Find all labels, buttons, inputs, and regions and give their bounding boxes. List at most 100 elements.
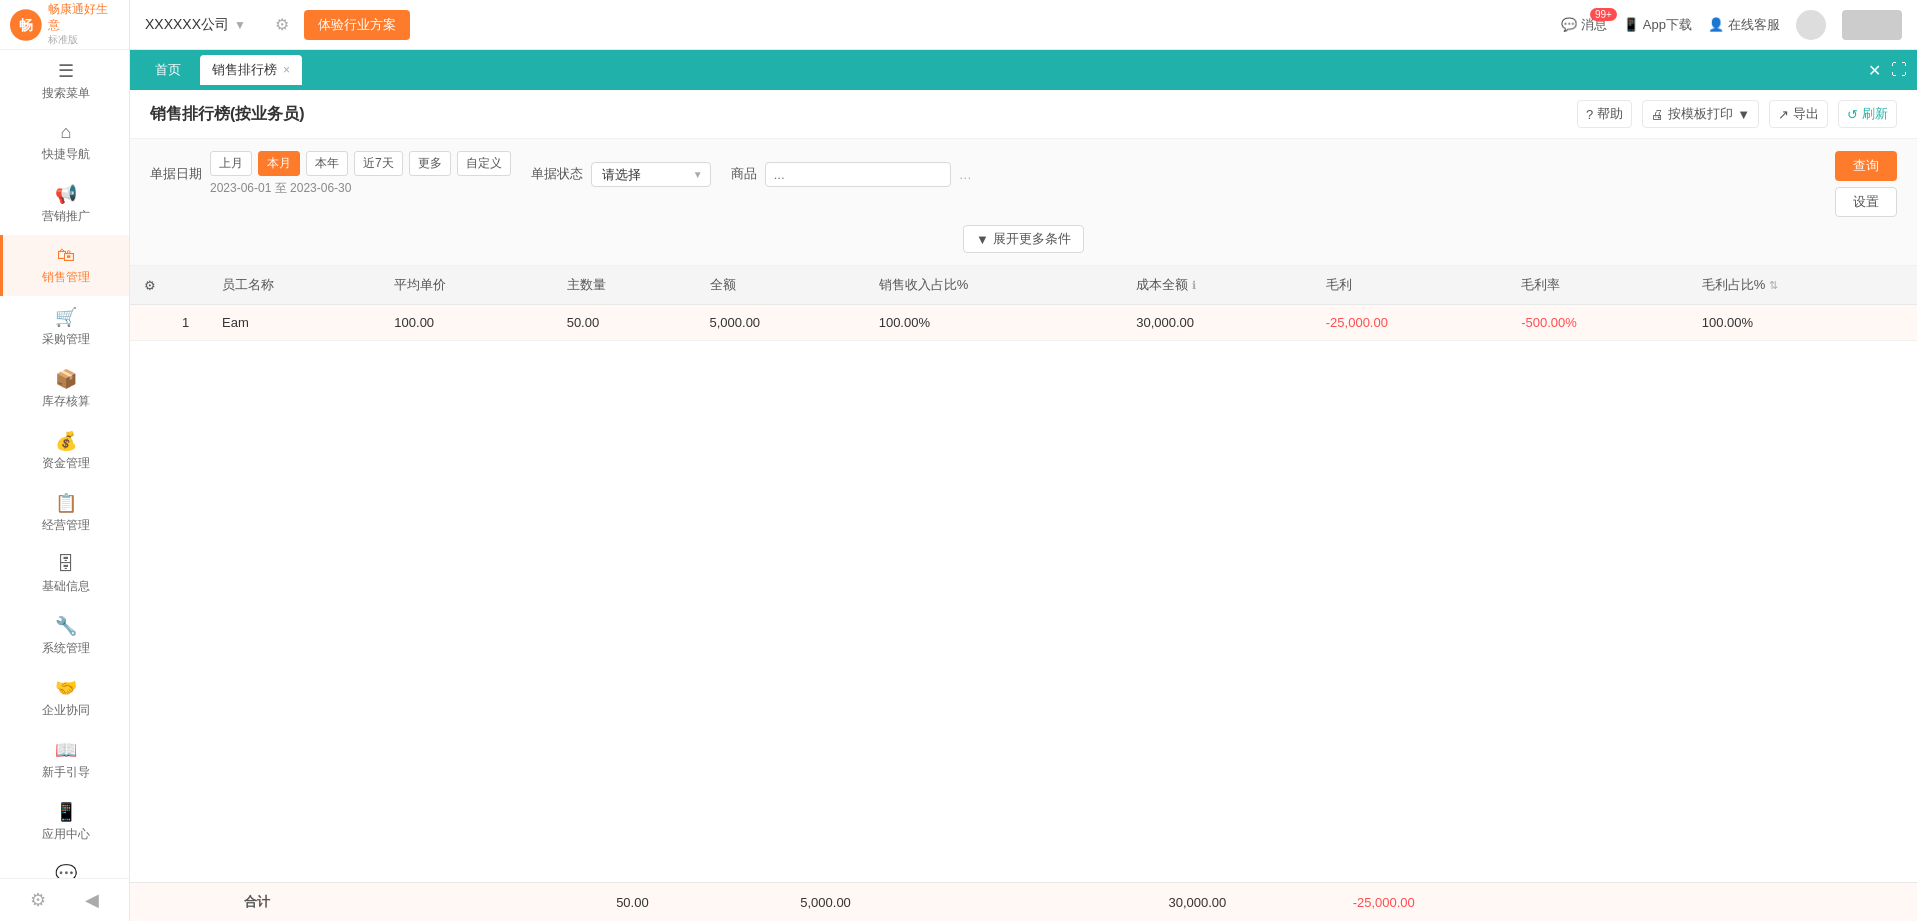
user-avatar-2 (1842, 10, 1902, 40)
search-icon: ☰ (58, 60, 74, 82)
goods-input[interactable] (765, 162, 951, 187)
table-body: 1Eam100.0050.005,000.00100.00%30,000.00-… (130, 305, 1917, 341)
tab-sales-ranking[interactable]: 销售排行榜 × (200, 55, 302, 85)
message-badge: 99+ (1590, 8, 1617, 21)
user-avatar[interactable] (1796, 10, 1826, 40)
cell-gross: -25,000.00 (1314, 305, 1509, 341)
refresh-icon: ↺ (1847, 107, 1858, 122)
inventory-icon: 📦 (55, 368, 77, 390)
print-button[interactable]: 🖨 按模板打印 ▼ (1642, 100, 1759, 128)
page-actions: ? 帮助 🖨 按模板打印 ▼ ↗ 导出 ↺ 刷新 (1577, 100, 1897, 128)
sidebar-label-guide: 新手引导 (42, 764, 90, 781)
gross-pct-sort-icon[interactable]: ⇅ (1769, 279, 1778, 291)
date-btn-this-year[interactable]: 本年 (306, 151, 348, 176)
refresh-button[interactable]: ↺ 刷新 (1838, 100, 1897, 128)
sidebar-label-system: 系统管理 (42, 640, 90, 657)
print-icon: 🖨 (1651, 107, 1664, 122)
tab-home[interactable]: 首页 (140, 50, 196, 90)
cell-cost_total: 30,000.00 (1124, 305, 1314, 341)
guide-icon: 📖 (55, 739, 77, 761)
sidebar-item-inventory[interactable]: 📦 库存核算 (0, 358, 129, 420)
table-footer: 合计 50.00 5,000.00 30,000.00 -25,000.00 (130, 882, 1917, 921)
sales-icon: 🛍 (57, 245, 75, 266)
print-label: 按模板打印 (1668, 105, 1733, 123)
date-btn-custom[interactable]: 自定义 (457, 151, 511, 176)
footer-total: 5,000.00 (800, 895, 984, 910)
service-label: 在线客服 (1728, 16, 1780, 34)
sidebar-item-guide[interactable]: 📖 新手引导 (0, 729, 129, 791)
sidebar-item-basic[interactable]: 🗄 基础信息 (0, 544, 129, 605)
date-btn-last-month[interactable]: 上月 (210, 151, 252, 176)
settings-icon[interactable]: ⚙ (275, 15, 289, 34)
sidebar-item-system[interactable]: 🔧 系统管理 (0, 605, 129, 667)
main-content: XXXXXX公司 ▼ ⚙ 体验行业方案 💬 消息 99+ 📱 App下载 👤 在… (130, 0, 1917, 921)
company-selector[interactable]: XXXXXX公司 ▼ (145, 16, 265, 34)
cost-info-icon: ℹ (1192, 279, 1196, 291)
top-header: XXXXXX公司 ▼ ⚙ 体验行业方案 💬 消息 99+ 📱 App下载 👤 在… (130, 0, 1917, 50)
status-select[interactable]: 请选择 (591, 162, 711, 187)
status-filter-group: 单据状态 请选择 ▼ (531, 162, 711, 187)
goods-more-icon[interactable]: … (959, 167, 972, 182)
sidebar-label-inventory: 库存核算 (42, 393, 90, 410)
collapse-icon[interactable]: ◀ (85, 889, 99, 911)
message-icon: 💬 (1561, 17, 1577, 32)
help-icon: ? (1586, 107, 1593, 122)
date-btn-this-month[interactable]: 本月 (258, 151, 300, 176)
sidebar-item-quick-nav[interactable]: ⌂ 快捷导航 (0, 112, 129, 173)
sidebar-item-purchase[interactable]: 🛒 采购管理 (0, 296, 129, 358)
filter-settings-button[interactable]: 设置 (1835, 187, 1897, 217)
settings-bottom-icon[interactable]: ⚙ (30, 889, 46, 911)
query-button[interactable]: 查询 (1835, 151, 1897, 181)
close-all-tabs-icon[interactable]: ✕ (1868, 61, 1881, 80)
tab-label: 销售排行榜 (212, 61, 277, 79)
company-dropdown-arrow: ▼ (234, 18, 246, 32)
cell-rank: 1 (170, 305, 210, 341)
help-label: 帮助 (1597, 105, 1623, 123)
date-btn-7days[interactable]: 近7天 (354, 151, 403, 176)
status-select-wrapper: 请选择 ▼ (591, 162, 711, 187)
purchase-icon: 🛒 (55, 306, 77, 328)
sidebar-item-search[interactable]: ☰ 搜索菜单 (0, 50, 129, 112)
filter-inputs: 单据日期 上月 本月 本年 近7天 更多 自定义 2023-06-01 至 20… (150, 151, 1810, 197)
sidebar: 畅 畅康通好生意 标准版 ☰ 搜索菜单 ⌂ 快捷导航 📢 营销推广 🛍 销售管理… (0, 0, 130, 921)
message-button[interactable]: 💬 消息 99+ (1561, 16, 1607, 34)
cell-total: 5,000.00 (698, 305, 867, 341)
refresh-label: 刷新 (1862, 105, 1888, 123)
right-buttons: 查询 设置 (1835, 151, 1897, 217)
app-center-icon: 📱 (55, 801, 77, 823)
col-avg-price: 平均单价 (382, 266, 554, 305)
app-icon: 📱 (1623, 17, 1639, 32)
date-filter-top: 上月 本月 本年 近7天 更多 自定义 (210, 151, 511, 176)
sidebar-item-app-center[interactable]: 📱 应用中心 (0, 791, 129, 853)
table-header-row: ⚙ 员工名称 平均单价 主数量 全额 销售收入占比% 成本全额 ℹ 毛利 毛利率… (130, 266, 1917, 305)
cell-sales_pct: 100.00% (867, 305, 1125, 341)
sidebar-item-operations[interactable]: 📋 经营管理 (0, 482, 129, 544)
fullscreen-icon[interactable]: ⛶ (1891, 61, 1907, 79)
experience-button[interactable]: 体验行业方案 (304, 10, 410, 40)
date-btn-more[interactable]: 更多 (409, 151, 451, 176)
sidebar-item-sales[interactable]: 🛍 销售管理 (0, 235, 129, 296)
col-settings[interactable]: ⚙ (130, 266, 170, 305)
finance-icon: 💰 (55, 430, 77, 452)
col-sales-pct: 销售收入占比% (867, 266, 1125, 305)
sidebar-item-finance[interactable]: 💰 资金管理 (0, 420, 129, 482)
wechat-icon: 💬 (55, 863, 77, 878)
footer-cost-total: 30,000.00 (1169, 895, 1353, 910)
date-filter-label: 单据日期 (150, 165, 202, 183)
sidebar-item-enterprise[interactable]: 🤝 企业协同 (0, 667, 129, 729)
tab-close-icon[interactable]: × (283, 63, 290, 77)
col-name: 员工名称 (210, 266, 382, 305)
sidebar-label-operations: 经营管理 (42, 517, 90, 534)
online-service-button[interactable]: 👤 在线客服 (1708, 16, 1780, 34)
sidebar-item-wechat[interactable]: 💬 企业微信 (0, 853, 129, 878)
marketing-icon: 📢 (55, 183, 77, 205)
export-button[interactable]: ↗ 导出 (1769, 100, 1828, 128)
sidebar-item-marketing[interactable]: 📢 营销推广 (0, 173, 129, 235)
sidebar-label-purchase: 采购管理 (42, 331, 90, 348)
app-download-button[interactable]: 📱 App下载 (1623, 16, 1692, 34)
operations-icon: 📋 (55, 492, 77, 514)
expand-label: 展开更多条件 (993, 230, 1071, 248)
help-button[interactable]: ? 帮助 (1577, 100, 1632, 128)
expand-more-button[interactable]: ▼ 展开更多条件 (963, 225, 1084, 253)
sidebar-label-quick-nav: 快捷导航 (42, 146, 90, 163)
